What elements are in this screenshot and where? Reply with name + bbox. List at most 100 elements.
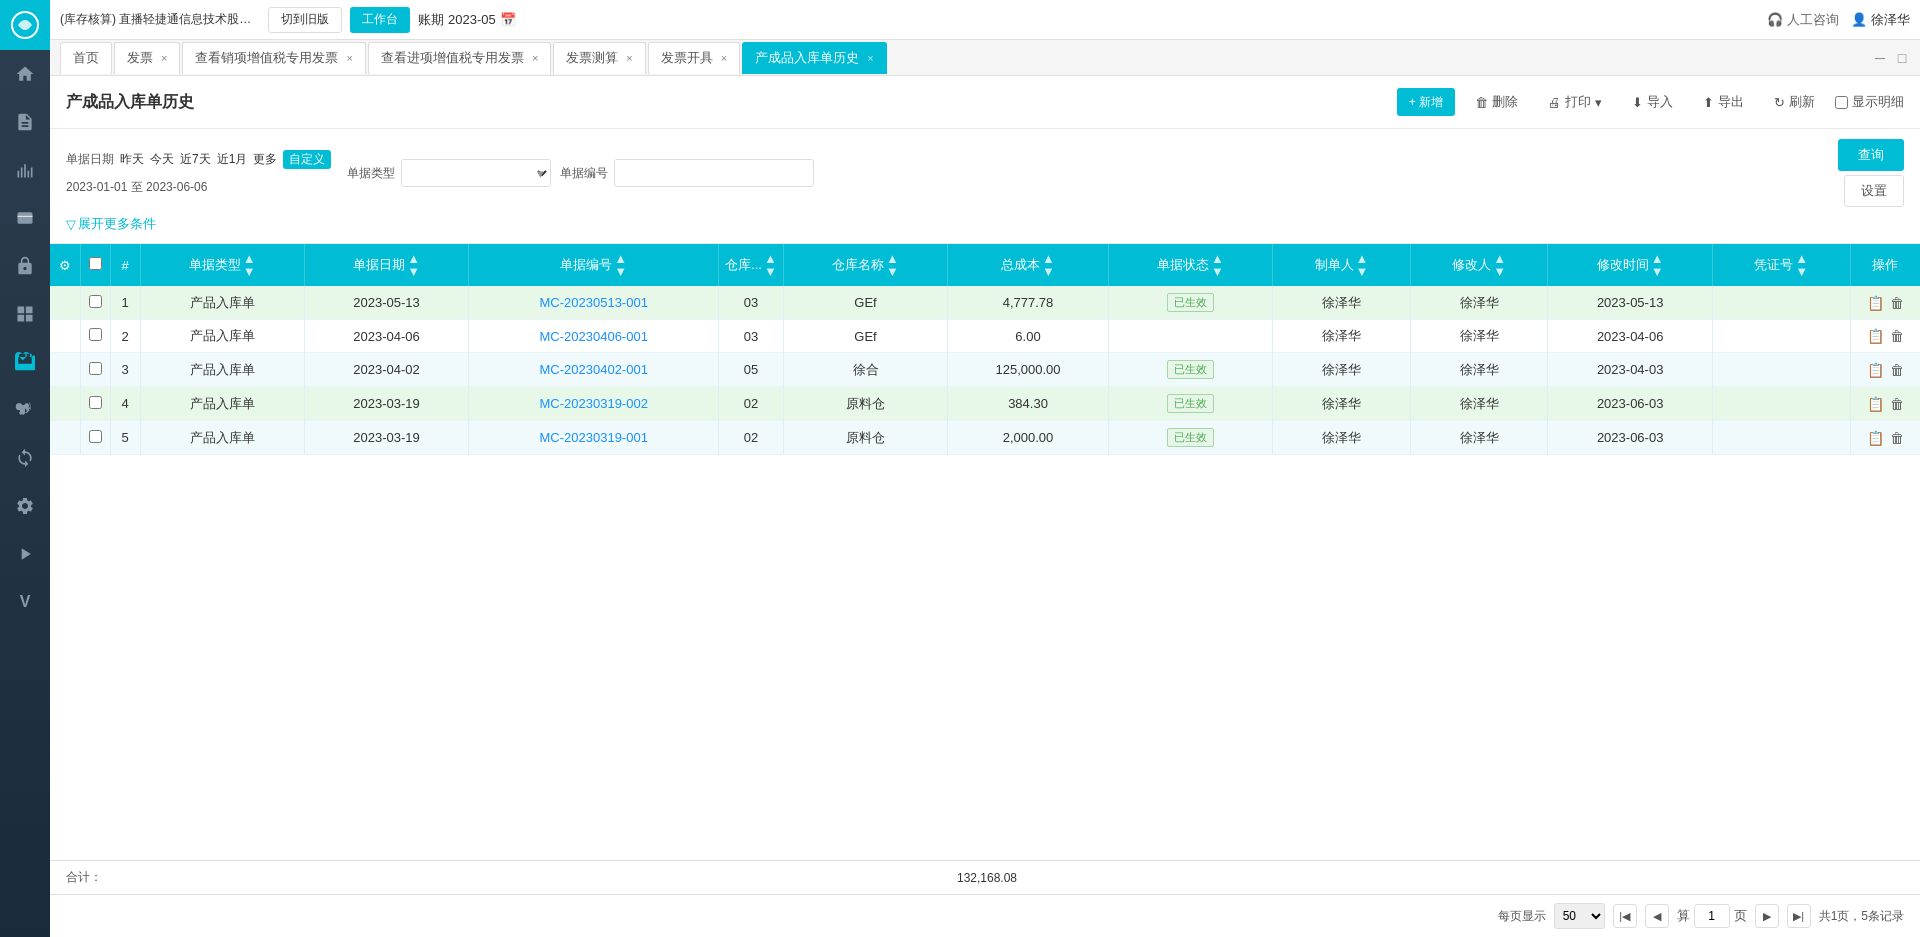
date-link-custom[interactable]: 自定义 xyxy=(283,150,331,169)
bill-type-select[interactable] xyxy=(401,159,551,187)
calendar-icon[interactable]: 📅 xyxy=(500,12,516,27)
th-total-cost[interactable]: 总成本▲▼ xyxy=(948,244,1109,286)
sidebar-item-analytics[interactable] xyxy=(0,146,50,194)
th-modify-time[interactable]: 修改时间▲▼ xyxy=(1548,244,1712,286)
export-button[interactable]: ⬆ 导出 xyxy=(1693,88,1754,116)
setting-button[interactable]: 设置 xyxy=(1844,175,1904,207)
th-operation: 操作 xyxy=(1850,244,1920,286)
row-checkbox[interactable] xyxy=(89,396,102,409)
td-modifier: 徐泽华 xyxy=(1410,421,1548,455)
show-details-checkbox[interactable] xyxy=(1835,96,1848,109)
td-warehouse-code: 02 xyxy=(719,387,784,421)
refresh-button[interactable]: ↻ 刷新 xyxy=(1764,88,1825,116)
tab-sales-invoice[interactable]: 查看销项增值税专用发票 × xyxy=(182,42,365,74)
th-creator[interactable]: 制单人▲▼ xyxy=(1273,244,1411,286)
sidebar-item-refresh[interactable] xyxy=(0,434,50,482)
tabbar: 首页 发票 × 查看销项增值税专用发票 × 查看进项增值税专用发票 × 发票测算… xyxy=(50,40,1920,76)
next-page-button[interactable]: ▶ xyxy=(1755,904,1779,928)
window-maximize[interactable]: □ xyxy=(1894,50,1910,66)
row-edit-button[interactable]: 📋 xyxy=(1867,362,1884,378)
sidebar-item-play[interactable] xyxy=(0,530,50,578)
row-checkbox[interactable] xyxy=(89,362,102,375)
select-all-checkbox[interactable] xyxy=(89,257,102,270)
tab-sales-invoice-close[interactable]: × xyxy=(346,52,352,64)
print-button[interactable]: 🖨 打印 ▾ xyxy=(1538,88,1612,116)
app-logo[interactable] xyxy=(0,0,50,50)
date-link-yesterday[interactable]: 昨天 xyxy=(120,151,144,168)
th-bill-type[interactable]: 单据类型▲▼ xyxy=(140,244,304,286)
delete-button[interactable]: 🗑 删除 xyxy=(1465,88,1528,116)
new-button[interactable]: + 新增 xyxy=(1397,88,1455,116)
th-warehouse-code[interactable]: 仓库...▲▼ xyxy=(719,244,784,286)
row-delete-button[interactable]: 🗑 xyxy=(1890,362,1904,378)
tab-invoice-close[interactable]: × xyxy=(161,52,167,64)
th-bill-status[interactable]: 单据状态▲▼ xyxy=(1108,244,1272,286)
sidebar-item-grid[interactable] xyxy=(0,290,50,338)
td-index: 3 xyxy=(110,353,140,387)
prev-page-button[interactable]: ◀ xyxy=(1645,904,1669,928)
sidebar-item-home[interactable] xyxy=(0,50,50,98)
row-checkbox[interactable] xyxy=(89,295,102,308)
tab-invoice-issue[interactable]: 发票开具 × xyxy=(648,42,740,74)
row-delete-button[interactable]: 🗑 xyxy=(1890,396,1904,412)
date-link-1month[interactable]: 近1月 xyxy=(217,151,248,168)
row-checkbox[interactable] xyxy=(89,430,102,443)
page-input[interactable] xyxy=(1694,904,1730,928)
query-button[interactable]: 查询 xyxy=(1838,139,1904,171)
row-delete-button[interactable]: 🗑 xyxy=(1890,328,1904,344)
last-page-button[interactable]: ▶| xyxy=(1787,904,1811,928)
th-warehouse-name[interactable]: 仓库名称▲▼ xyxy=(783,244,947,286)
per-page-select[interactable]: 50 20 100 xyxy=(1554,903,1605,929)
bill-no-link[interactable]: MC-20230319-001 xyxy=(539,430,647,445)
bill-no-link[interactable]: MC-20230406-001 xyxy=(539,329,647,344)
workbench-button[interactable]: 工作台 xyxy=(350,7,410,33)
sidebar-item-settings[interactable] xyxy=(0,482,50,530)
user-name[interactable]: 👤 徐泽华 xyxy=(1851,11,1910,29)
sidebar-item-letter-v[interactable]: V xyxy=(0,578,50,626)
show-details-checkbox-label[interactable]: 显示明细 xyxy=(1835,93,1904,111)
row-edit-button[interactable]: 📋 xyxy=(1867,396,1884,412)
first-page-button[interactable]: |◀ xyxy=(1613,904,1637,928)
date-link-today[interactable]: 今天 xyxy=(150,151,174,168)
query-actions: 查询 设置 xyxy=(1838,139,1904,207)
td-index: 1 xyxy=(110,286,140,320)
tab-invoice-issue-close[interactable]: × xyxy=(721,52,727,64)
tab-home[interactable]: 首页 xyxy=(60,42,112,74)
sidebar-item-document[interactable] xyxy=(0,98,50,146)
user-service[interactable]: 🎧 人工咨询 xyxy=(1767,11,1839,29)
th-settings[interactable]: ⚙ xyxy=(50,244,80,286)
bill-no-link[interactable]: MC-20230513-001 xyxy=(539,295,647,310)
tab-purchase-invoice-close[interactable]: × xyxy=(532,52,538,64)
tab-product-inbound-history[interactable]: 产成品入库单历史 × xyxy=(742,42,886,74)
tab-invoice-calc-close[interactable]: × xyxy=(626,52,632,64)
date-link-7days[interactable]: 近7天 xyxy=(180,151,211,168)
sidebar-item-inventory[interactable] xyxy=(0,338,50,386)
tab-product-inbound-history-close[interactable]: × xyxy=(867,52,873,64)
row-delete-button[interactable]: 🗑 xyxy=(1890,430,1904,446)
bill-no-link[interactable]: MC-20230319-002 xyxy=(539,396,647,411)
sidebar-item-lock[interactable] xyxy=(0,242,50,290)
th-bill-no[interactable]: 单据编号▲▼ xyxy=(469,244,719,286)
th-bill-date[interactable]: 单据日期▲▼ xyxy=(304,244,468,286)
import-button[interactable]: ⬇ 导入 xyxy=(1622,88,1683,116)
row-delete-button[interactable]: 🗑 xyxy=(1890,295,1904,311)
sidebar-item-handshake[interactable] xyxy=(0,386,50,434)
th-voucher-no[interactable]: 凭证号▲▼ xyxy=(1712,244,1850,286)
td-bill-status xyxy=(1108,320,1272,353)
bill-no-link[interactable]: MC-20230402-001 xyxy=(539,362,647,377)
date-link-more[interactable]: 更多 xyxy=(253,151,277,168)
td-bill-no: MC-20230402-001 xyxy=(469,353,719,387)
window-minimize[interactable]: ─ xyxy=(1872,50,1888,66)
switch-version-button[interactable]: 切到旧版 xyxy=(268,7,342,33)
expand-filter-button[interactable]: ▽ 展开更多条件 xyxy=(66,215,1904,233)
row-checkbox[interactable] xyxy=(89,328,102,341)
th-modifier[interactable]: 修改人▲▼ xyxy=(1410,244,1548,286)
row-edit-button[interactable]: 📋 xyxy=(1867,430,1884,446)
tab-invoice-calc[interactable]: 发票测算 × xyxy=(553,42,645,74)
bill-no-input[interactable] xyxy=(614,159,814,187)
row-edit-button[interactable]: 📋 xyxy=(1867,328,1884,344)
row-edit-button[interactable]: 📋 xyxy=(1867,295,1884,311)
sidebar-item-voucher[interactable] xyxy=(0,194,50,242)
tab-invoice[interactable]: 发票 × xyxy=(114,42,180,74)
tab-purchase-invoice[interactable]: 查看进项增值税专用发票 × xyxy=(368,42,551,74)
